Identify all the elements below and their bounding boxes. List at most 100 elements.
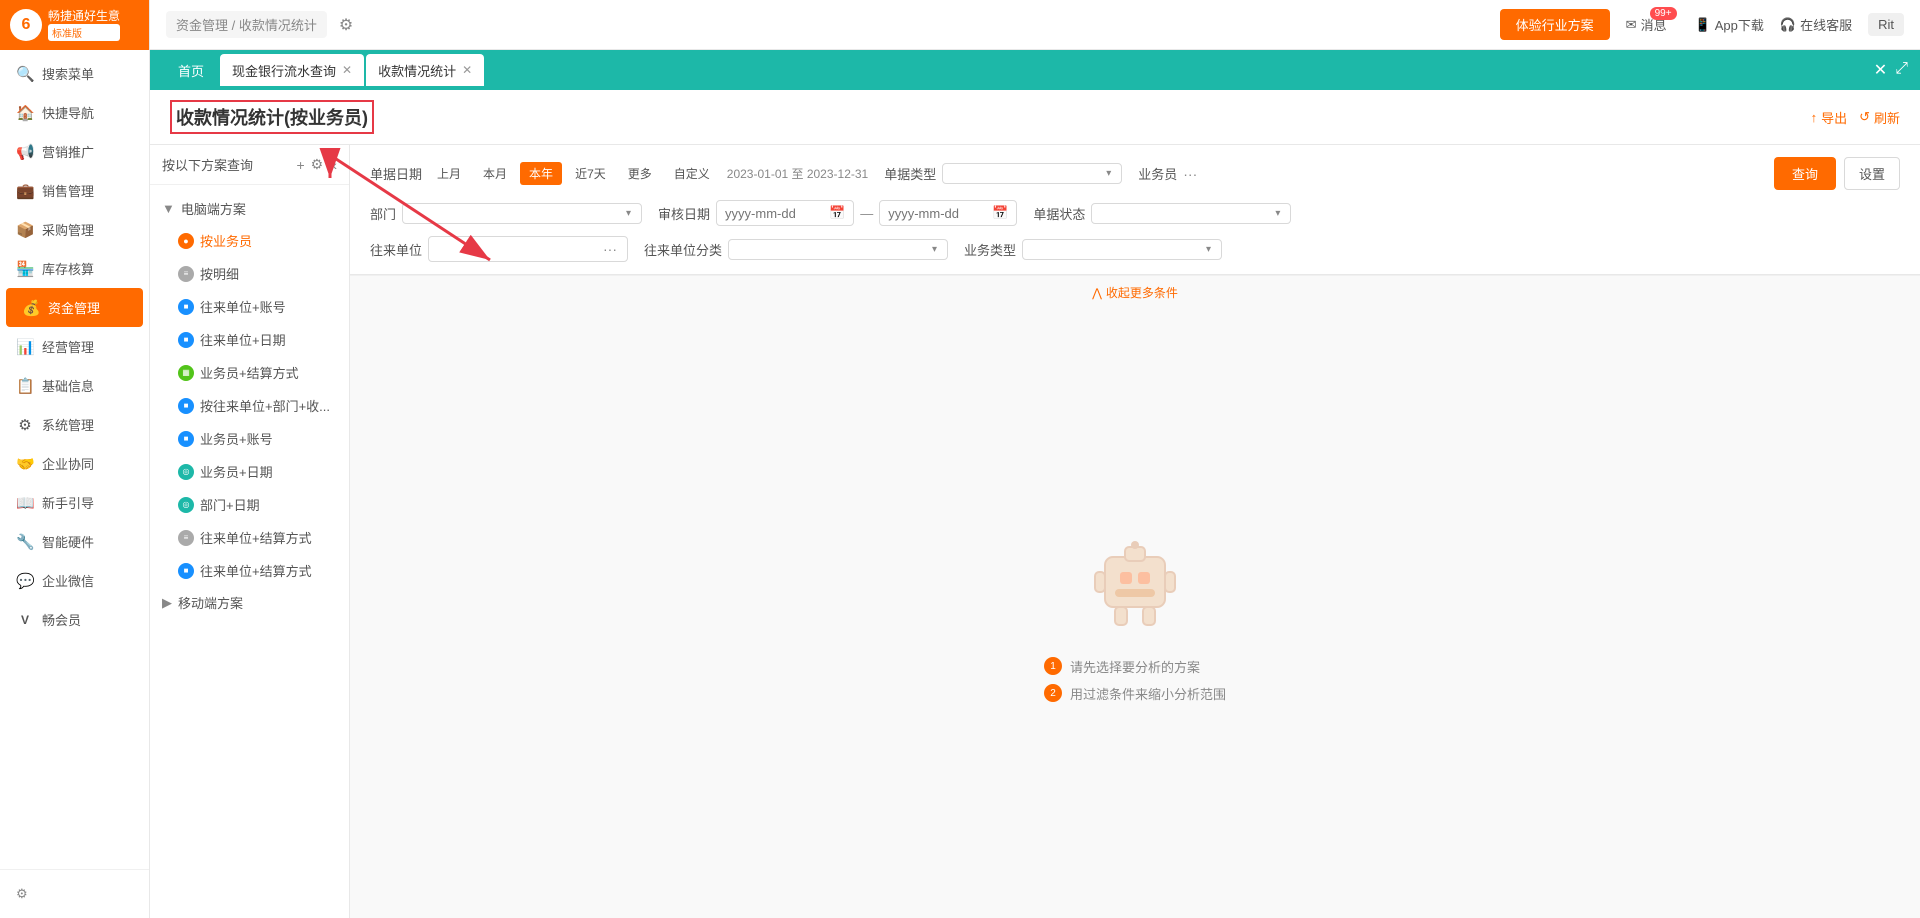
- tab-cashflow-close[interactable]: ✕: [342, 63, 352, 77]
- messages-button[interactable]: ✉ 消息 99+: [1626, 15, 1667, 34]
- date-tab-custom[interactable]: 自定义: [665, 162, 719, 185]
- tab-receipt-label: 收款情况统计: [378, 61, 456, 80]
- sidebar-item-purchase[interactable]: 📦 采购管理: [0, 210, 149, 249]
- partner-select[interactable]: ···: [428, 236, 628, 262]
- settings-button[interactable]: 设置: [1844, 157, 1900, 190]
- plan-item-salesperson-settlement[interactable]: ▦ 业务员+结算方式: [150, 356, 349, 389]
- sidebar-item-wechat[interactable]: 💬 企业微信: [0, 561, 149, 600]
- topbar: 资金管理 / 收款情况统计 ⚙ 体验行业方案 ✉ 消息 99+ 📱 App下载 …: [150, 0, 1920, 50]
- inventory-icon: 🏪: [16, 260, 34, 278]
- mobile-plan-group: ▶ 移动端方案: [150, 587, 349, 618]
- dept-select[interactable]: ▾: [402, 203, 642, 224]
- online-support-button[interactable]: 🎧 在线客服: [1780, 15, 1852, 34]
- partner-category-select[interactable]: ▾: [728, 239, 948, 260]
- mobile-group-header[interactable]: ▶ 移动端方案: [150, 587, 349, 618]
- plan-item-dept-date[interactable]: ◎ 部门+日期: [150, 488, 349, 521]
- add-plan-icon[interactable]: +: [296, 157, 304, 173]
- window-close-btn[interactable]: ✕: [1874, 60, 1887, 80]
- sidebar-item-marketing[interactable]: 📢 营销推广: [0, 132, 149, 171]
- date-tab-more[interactable]: 更多: [619, 162, 661, 185]
- left-panel-icons: + ⚙ «: [296, 156, 337, 173]
- plan-item-salesperson-date[interactable]: ◎ 业务员+日期: [150, 455, 349, 488]
- collapse-plan-icon[interactable]: «: [329, 157, 337, 173]
- purchase-icon: 📦: [16, 221, 34, 239]
- plan-item-icon-salesperson: ●: [178, 233, 194, 249]
- trial-button[interactable]: 体验行业方案: [1500, 9, 1610, 40]
- plan-item-partner-settlement1[interactable]: ≡ 往来单位+结算方式: [150, 521, 349, 554]
- plan-item-label: 业务员+日期: [200, 462, 273, 481]
- plan-item-icon-dd: ◎: [178, 497, 194, 513]
- category-select[interactable]: ▾: [942, 163, 1122, 184]
- basic-icon: 📋: [16, 377, 34, 395]
- content-body: 按以下方案查询 + ⚙ « ▼ 电脑端方案: [150, 145, 1920, 918]
- breadcrumb: 资金管理 / 收款情况统计: [166, 11, 327, 38]
- audit-date-to[interactable]: 📅: [879, 200, 1017, 226]
- filter-audit-item: 审核日期 📅 — 📅: [658, 200, 1017, 226]
- refresh-icon: ↺: [1859, 109, 1870, 125]
- settings-plan-icon[interactable]: ⚙: [311, 156, 324, 173]
- date-tab-this-year[interactable]: 本年: [520, 162, 562, 185]
- plan-item-icon-pa: ■: [178, 299, 194, 315]
- refresh-button[interactable]: ↺ 刷新: [1859, 108, 1900, 127]
- salesperson-filter-label: 业务员: [1138, 164, 1177, 183]
- docstatus-select[interactable]: ▾: [1091, 203, 1291, 224]
- sidebar-item-operations[interactable]: 📊 经营管理: [0, 327, 149, 366]
- calendar-from-icon[interactable]: 📅: [829, 205, 845, 221]
- filter-biztype-item: 业务类型 ▾: [964, 239, 1222, 260]
- tab-receipt-close[interactable]: ✕: [462, 63, 472, 77]
- sidebar-item-label: 新手引导: [42, 493, 94, 512]
- hardware-icon: 🔧: [16, 533, 34, 551]
- sidebar-item-finance[interactable]: 💰 资金管理: [6, 288, 143, 327]
- date-tab-7days[interactable]: 近7天: [566, 162, 615, 185]
- plan-item-detail[interactable]: ≡ 按明细: [150, 257, 349, 290]
- app-download-button[interactable]: 📱 App下载: [1695, 15, 1764, 34]
- desktop-group-header[interactable]: ▼ 电脑端方案: [150, 193, 349, 224]
- plan-item-salesperson[interactable]: ● 按业务员: [150, 224, 349, 257]
- app-logo: 6 畅捷通好生意 标准版: [0, 0, 149, 50]
- tab-cashflow[interactable]: 现金银行流水查询 ✕: [220, 54, 364, 86]
- salesperson-dots-icon[interactable]: ···: [1183, 166, 1197, 182]
- tab-receipt[interactable]: 收款情况统计 ✕: [366, 54, 484, 86]
- user-menu[interactable]: Rit: [1868, 13, 1904, 36]
- sidebar-settings[interactable]: ⚙: [0, 878, 149, 910]
- sidebar-item-guide[interactable]: 📖 新手引导: [0, 483, 149, 522]
- plan-item-label: 往来单位+结算方式: [200, 561, 312, 580]
- sidebar-item-enterprise[interactable]: 🤝 企业协同: [0, 444, 149, 483]
- date-tab-this-month[interactable]: 本月: [474, 162, 516, 185]
- audit-from-input[interactable]: [725, 206, 825, 221]
- window-expand-btn[interactable]: ⤢: [1895, 60, 1908, 80]
- sidebar-item-label: 系统管理: [42, 415, 94, 434]
- audit-to-input[interactable]: [888, 206, 988, 221]
- partner-dots-icon[interactable]: ···: [603, 241, 617, 257]
- plan-item-salesperson-account[interactable]: ■ 业务员+账号: [150, 422, 349, 455]
- plan-item-partner-dept[interactable]: ■ 按往来单位+部门+收...: [150, 389, 349, 422]
- calendar-to-icon[interactable]: 📅: [992, 205, 1008, 221]
- biztype-select[interactable]: ▾: [1022, 239, 1222, 260]
- plan-item-partner-account[interactable]: ■ 往来单位+账号: [150, 290, 349, 323]
- sidebar-item-member[interactable]: V 畅会员: [0, 600, 149, 639]
- topbar-gear-icon[interactable]: ⚙: [339, 15, 353, 35]
- collapse-bar[interactable]: ⋀ 收起更多条件: [350, 275, 1920, 309]
- sidebar-item-system[interactable]: ⚙ 系统管理: [0, 405, 149, 444]
- sidebar-item-inventory[interactable]: 🏪 库存核算: [0, 249, 149, 288]
- plan-item-label: 往来单位+结算方式: [200, 528, 312, 547]
- plan-item-label: 按业务员: [200, 231, 252, 250]
- plan-item-partner-settlement2[interactable]: ■ 往来单位+结算方式: [150, 554, 349, 587]
- sidebar-item-quicknav[interactable]: 🏠 快捷导航: [0, 93, 149, 132]
- step-num-1: 1: [1044, 657, 1062, 675]
- step-2-label: 用过滤条件来缩小分析范围: [1070, 684, 1226, 703]
- audit-date-from[interactable]: 📅: [716, 200, 854, 226]
- logo-icon: 6: [10, 9, 42, 41]
- marketing-icon: 📢: [16, 143, 34, 161]
- date-tab-last-month[interactable]: 上月: [428, 162, 470, 185]
- right-panel: 单据日期 上月 本月 本年 近7天 更多 自定义 2023-01-01 至 20…: [350, 145, 1920, 918]
- step-1-label: 请先选择要分析的方案: [1070, 657, 1200, 676]
- sidebar-item-search[interactable]: 🔍 搜索菜单: [0, 54, 149, 93]
- sidebar-item-hardware[interactable]: 🔧 智能硬件: [0, 522, 149, 561]
- export-button[interactable]: ↑ 导出: [1811, 108, 1848, 127]
- query-button[interactable]: 查询: [1774, 157, 1836, 190]
- sidebar-item-basic[interactable]: 📋 基础信息: [0, 366, 149, 405]
- tab-home[interactable]: 首页: [162, 50, 220, 90]
- plan-item-partner-date[interactable]: ■ 往来单位+日期: [150, 323, 349, 356]
- sidebar-item-sales[interactable]: 💼 销售管理: [0, 171, 149, 210]
